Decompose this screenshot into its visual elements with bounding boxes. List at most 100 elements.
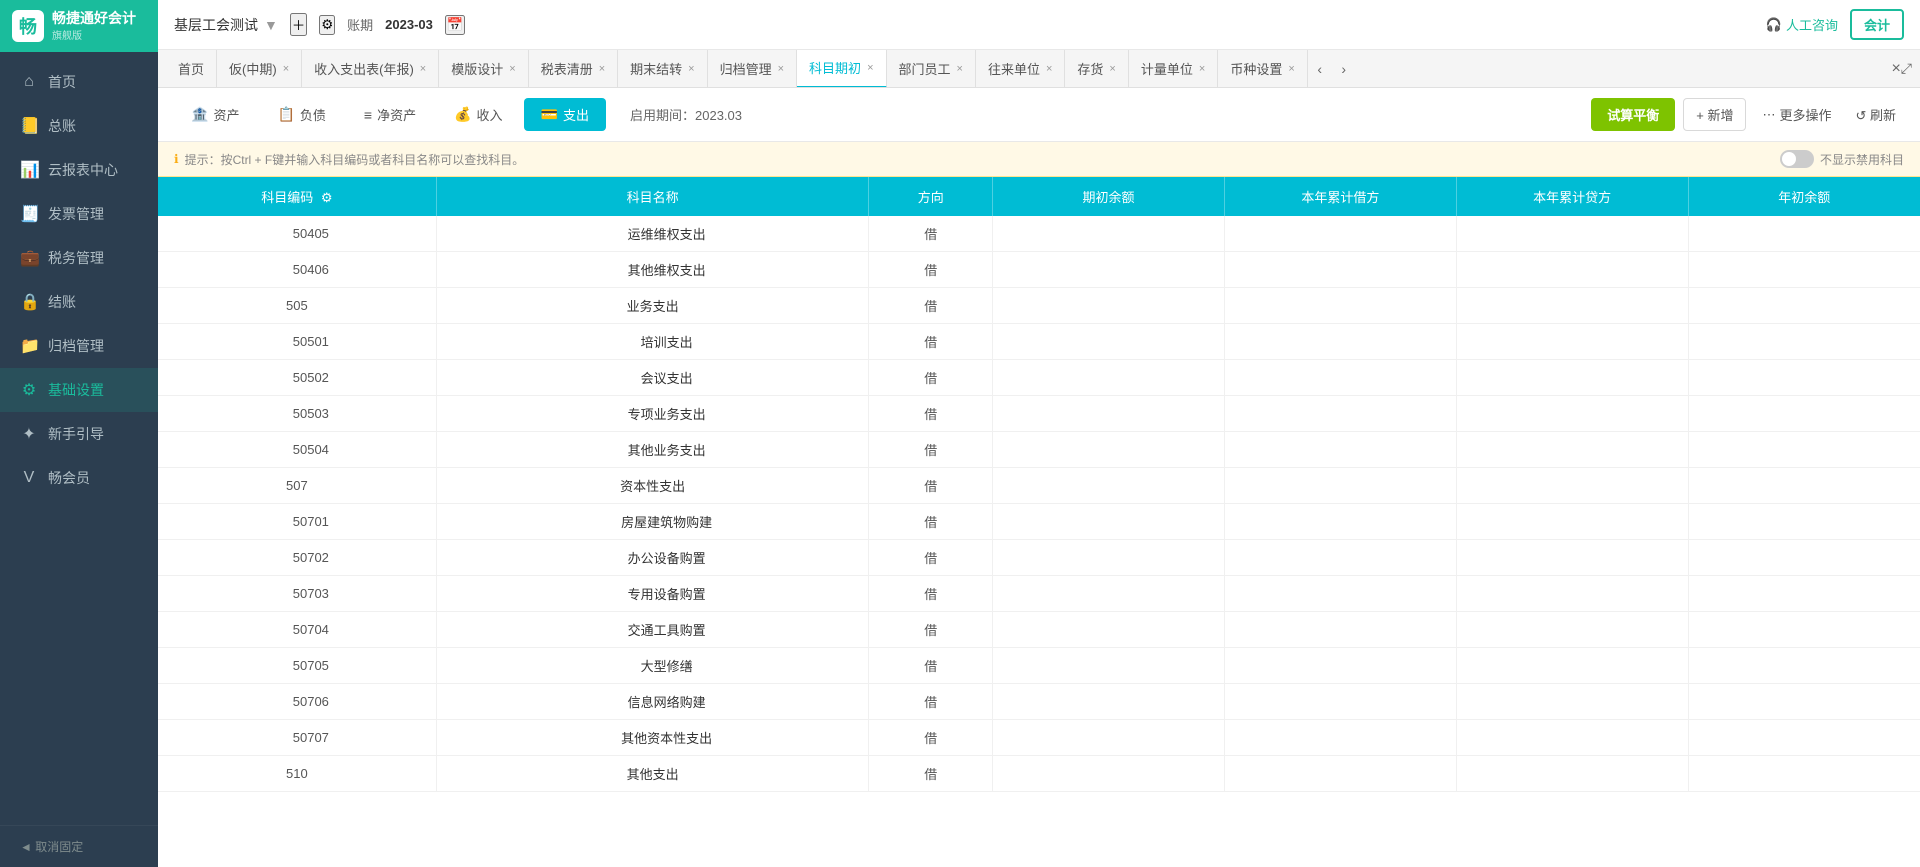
tab-7[interactable]: 科目期初× (797, 50, 886, 88)
column-settings-icon[interactable]: ⚙ (321, 190, 333, 205)
table-row[interactable]: 505 业务支出 借 (158, 288, 1920, 324)
tab-8[interactable]: 部门员工× (887, 50, 976, 88)
more-actions-button[interactable]: ⋯ 更多操作 (1754, 99, 1839, 130)
nav-archive-icon: 📁 (20, 336, 38, 356)
table-row[interactable]: 50701 房屋建筑物购建 借 (158, 504, 1920, 540)
cell-year-opening-11 (1688, 612, 1920, 648)
tab-12[interactable]: 币种设置× (1218, 50, 1307, 88)
tab-3[interactable]: 模版设计× (439, 50, 528, 88)
cell-ytd-debit-10 (1224, 576, 1456, 612)
add-workspace-button[interactable]: ＋ (290, 13, 307, 36)
tab-2[interactable]: 收入支出表(年报)× (302, 50, 439, 88)
tab-close-icon[interactable]: × (599, 63, 605, 75)
sidebar-item-label: 首页 (48, 72, 76, 92)
cell-ytd-credit-15 (1456, 756, 1688, 792)
cell-ytd-debit-2 (1224, 288, 1456, 324)
sub-tab-icon-4: 💳 (541, 106, 558, 123)
table-row[interactable]: 50503 专项业务支出 借 (158, 396, 1920, 432)
tab-close-icon[interactable]: × (1288, 63, 1294, 75)
cell-ytd-debit-8 (1224, 504, 1456, 540)
settings-icon[interactable]: ⚙ (319, 15, 335, 35)
tab-prev-button[interactable]: ‹ (1308, 57, 1332, 81)
sidebar-footer[interactable]: ◄ 取消固定 (0, 825, 158, 867)
tab-5[interactable]: 期末结转× (618, 50, 707, 88)
tab-close-icon[interactable]: × (867, 62, 873, 74)
cell-name-4: 会议支出 (436, 360, 869, 396)
tab-next-button[interactable]: › (1332, 57, 1356, 81)
sidebar-item-close[interactable]: 🔒 结账 (0, 280, 158, 324)
sub-tab-4[interactable]: 💳 支出 (524, 98, 606, 131)
sub-tab-3[interactable]: 💰 收入 (437, 98, 519, 131)
toggle-disabled-switch[interactable] (1780, 150, 1814, 168)
tab-close-icon[interactable]: × (420, 63, 426, 75)
table-row[interactable]: 50406 其他维权支出 借 (158, 252, 1920, 288)
cell-balance-5 (993, 396, 1225, 432)
cell-code-10: 50703 (158, 576, 436, 612)
calendar-icon[interactable]: 📅 (445, 15, 466, 35)
table-row[interactable]: 50706 信息网络购建 借 (158, 684, 1920, 720)
sub-tab-0[interactable]: 🏦 资产 (174, 98, 256, 131)
refresh-button[interactable]: ↺ 刷新 (1847, 99, 1904, 130)
cell-balance-7 (993, 468, 1225, 504)
cell-code-9: 50702 (158, 540, 436, 576)
tab-9[interactable]: 往来单位× (976, 50, 1065, 88)
cell-name-8: 房屋建筑物购建 (436, 504, 869, 540)
table-row[interactable]: 507 资本性支出 借 (158, 468, 1920, 504)
sidebar-item-member[interactable]: V 畅会员 (0, 456, 158, 500)
sub-tab-bar: 🏦 资产📋 负债≡ 净资产💰 收入💳 支出启用期间：2023.03 试算平衡 +… (158, 88, 1920, 142)
balance-button[interactable]: 试算平衡 (1591, 98, 1675, 131)
sidebar-item-tax[interactable]: 💼 税务管理 (0, 236, 158, 280)
tab-label: 计量单位 (1141, 59, 1193, 78)
table-row[interactable]: 50704 交通工具购置 借 (158, 612, 1920, 648)
tab-close-icon[interactable]: × (957, 63, 963, 75)
table-row[interactable]: 50504 其他业务支出 借 (158, 432, 1920, 468)
sidebar-item-settings[interactable]: ⚙ 基础设置 (0, 368, 158, 412)
sidebar-item-invoice[interactable]: 🧾 发票管理 (0, 192, 158, 236)
table-row[interactable]: 50707 其他资本性支出 借 (158, 720, 1920, 756)
table-row[interactable]: 50705 大型修缮 借 (158, 648, 1920, 684)
tab-close-icon[interactable]: × (1046, 63, 1052, 75)
account-button[interactable]: 会计 (1850, 9, 1904, 40)
tab-close-icon[interactable]: × (1109, 63, 1115, 75)
col-header-code: 科目编码 ⚙ (158, 177, 436, 216)
tab-6[interactable]: 归档管理× (708, 50, 797, 88)
table-row[interactable]: 50502 会议支出 借 (158, 360, 1920, 396)
workspace-selector[interactable]: 基层工会测试 ▼ (174, 15, 278, 35)
sidebar-item-label: 税务管理 (48, 248, 104, 268)
customer-service-button[interactable]: 🎧 人工咨询 (1766, 15, 1838, 34)
table-row[interactable]: 50702 办公设备购置 借 (158, 540, 1920, 576)
table-row[interactable]: 510 其他支出 借 (158, 756, 1920, 792)
tab-11[interactable]: 计量单位 × (1129, 50, 1218, 88)
sidebar-item-reports[interactable]: 📊 云报表中心 (0, 148, 158, 192)
cell-year-opening-9 (1688, 540, 1920, 576)
tab-close-icon[interactable]: × (1199, 63, 1205, 75)
sidebar-item-ledger[interactable]: 📒 总账 (0, 104, 158, 148)
table-row[interactable]: 50501 培训支出 借 (158, 324, 1920, 360)
cell-ytd-credit-1 (1456, 252, 1688, 288)
sub-tab-1[interactable]: 📋 负债 (260, 98, 342, 131)
tab-close-icon[interactable]: × (778, 63, 784, 75)
sidebar-item-home[interactable]: ⌂ 首页 (0, 60, 158, 104)
cell-dir-14: 借 (869, 720, 993, 756)
nav-invoice-icon: 🧾 (20, 204, 38, 224)
close-all-tabs-button[interactable]: × (1891, 60, 1900, 78)
table-body: 50405 运维维权支出 借 50406 其他维权支出 借 505 业务支出 借… (158, 216, 1920, 792)
expand-button[interactable]: ⤢ (1901, 60, 1912, 77)
tab-close-icon[interactable]: × (509, 63, 515, 75)
cell-name-1: 其他维权支出 (436, 252, 869, 288)
cell-dir-8: 借 (869, 504, 993, 540)
add-button[interactable]: + 新增 (1683, 98, 1746, 131)
table-row[interactable]: 50703 专用设备购置 借 (158, 576, 1920, 612)
sidebar-item-archive[interactable]: 📁 归档管理 (0, 324, 158, 368)
table-row[interactable]: 50405 运维维权支出 借 (158, 216, 1920, 252)
tab-1[interactable]: 仮(中期)× (217, 50, 302, 88)
sub-tab-2[interactable]: ≡ 净资产 (347, 98, 433, 131)
tab-0[interactable]: 首页 (166, 50, 217, 88)
sidebar-item-guide[interactable]: ✦ 新手引导 (0, 412, 158, 456)
tab-10[interactable]: 存货× (1065, 50, 1128, 88)
cell-ytd-credit-11 (1456, 612, 1688, 648)
tab-4[interactable]: 税表清册× (529, 50, 618, 88)
tab-close-icon[interactable]: × (283, 63, 289, 75)
cell-name-6: 其他业务支出 (436, 432, 869, 468)
tab-close-icon[interactable]: × (688, 63, 694, 75)
